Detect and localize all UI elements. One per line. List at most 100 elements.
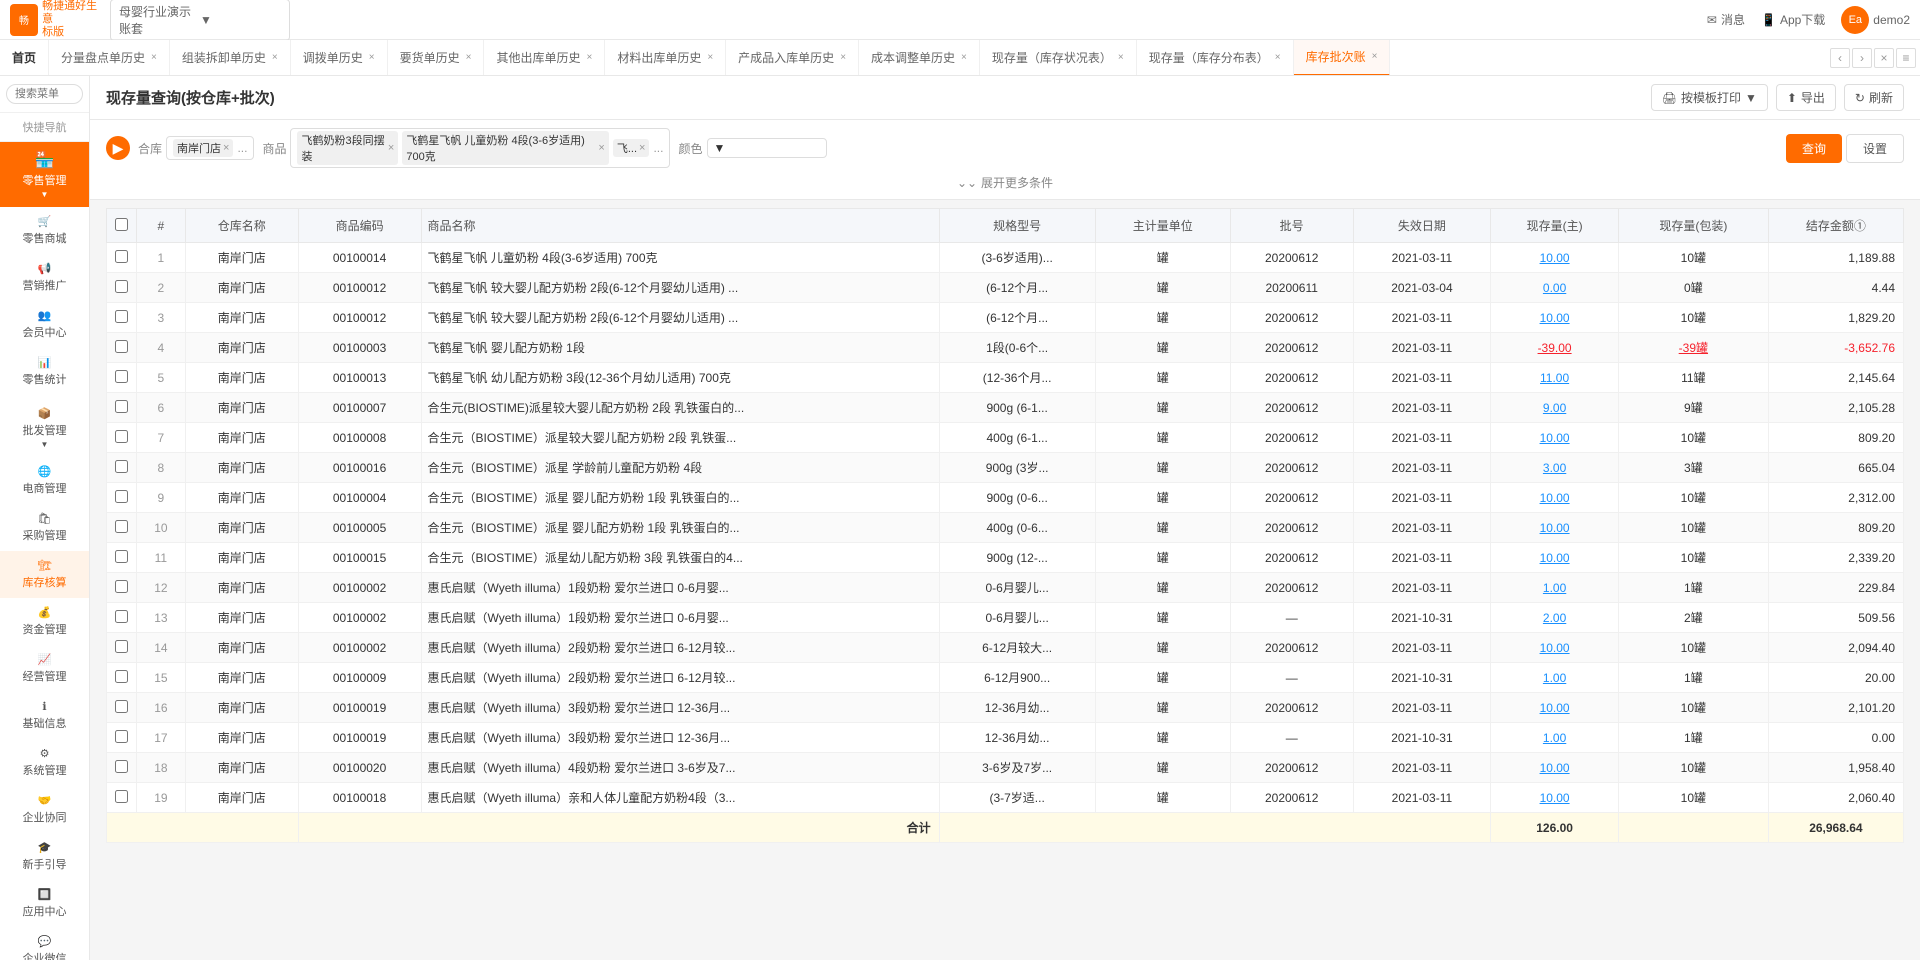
- industry-select[interactable]: 母婴行业演示账套 ▼: [110, 0, 290, 41]
- tab-close-icon[interactable]: ×: [466, 52, 472, 63]
- product-more-dots[interactable]: ...: [653, 141, 663, 155]
- expand-more-row[interactable]: ⌄⌄ 展开更多条件: [106, 174, 1904, 191]
- tab-disassemble[interactable]: 组装拆卸单历史 ×: [170, 40, 291, 76]
- tab-prev-button[interactable]: ‹: [1830, 48, 1850, 68]
- sidebar-item-wecom[interactable]: 💬 企业微信: [0, 927, 89, 960]
- sidebar-item-purchase[interactable]: 🛍 采购管理: [0, 504, 89, 551]
- row-checkbox[interactable]: [107, 453, 137, 483]
- sidebar-item-system[interactable]: ⚙ 系统管理: [0, 739, 89, 786]
- row-qty1[interactable]: 10.00: [1491, 243, 1619, 273]
- refresh-button[interactable]: ↻ 刷新: [1844, 84, 1904, 111]
- message-button[interactable]: ✉ 消息: [1707, 11, 1745, 28]
- row-checkbox[interactable]: [107, 723, 137, 753]
- row-qty1[interactable]: -39.00: [1491, 333, 1619, 363]
- tab-batch-verify[interactable]: 库存批次账 ×: [1294, 40, 1391, 76]
- row-qty1[interactable]: 10.00: [1491, 753, 1619, 783]
- tab-close-icon[interactable]: ×: [840, 52, 846, 63]
- sidebar-item-basic[interactable]: ℹ 基础信息: [0, 692, 89, 739]
- tab-inventory-status[interactable]: 现存量（库存状况表） ×: [980, 40, 1137, 76]
- tab-product-in[interactable]: 产成品入库单历史 ×: [726, 40, 859, 76]
- row-checkbox[interactable]: [107, 573, 137, 603]
- row-qty1[interactable]: 10.00: [1491, 513, 1619, 543]
- tab-inventory-dist[interactable]: 现存量（库存分布表） ×: [1137, 40, 1294, 76]
- sidebar-item-operations[interactable]: 📈 经营管理: [0, 645, 89, 692]
- tab-transfer[interactable]: 调拨单历史 ×: [291, 40, 388, 76]
- tab-split-inventory[interactable]: 分量盘点单历史 ×: [49, 40, 170, 76]
- product-tag-3-close[interactable]: ×: [639, 142, 645, 154]
- sidebar-item-retail-store[interactable]: 🛒 零售商城: [0, 207, 89, 254]
- color-filter-box[interactable]: ▼: [707, 138, 827, 158]
- row-checkbox[interactable]: [107, 423, 137, 453]
- tab-close-icon[interactable]: ×: [369, 52, 375, 63]
- filter-more-dots[interactable]: ...: [237, 141, 247, 155]
- sidebar-item-wholesale[interactable]: 📦 批发管理 ▼: [0, 399, 89, 457]
- sidebar-item-ecommerce[interactable]: 🌐 电商管理: [0, 457, 89, 504]
- sidebar-item-marketing[interactable]: 📢 营销推广: [0, 254, 89, 301]
- template-print-button[interactable]: 🖨 按模板打印 ▼: [1651, 84, 1768, 111]
- user-area[interactable]: Ea demo2: [1841, 6, 1910, 34]
- row-qty1[interactable]: 11.00: [1491, 363, 1619, 393]
- row-checkbox[interactable]: [107, 753, 137, 783]
- row-checkbox[interactable]: [107, 393, 137, 423]
- filter-expand-button[interactable]: ▶: [106, 136, 130, 160]
- tab-requisition[interactable]: 要货单历史 ×: [388, 40, 485, 76]
- sidebar-item-member[interactable]: 👥 会员中心: [0, 301, 89, 348]
- tab-close-icon[interactable]: ×: [1118, 52, 1124, 63]
- tab-close-icon[interactable]: ×: [272, 52, 278, 63]
- tab-close-icon[interactable]: ×: [1275, 52, 1281, 63]
- product-tag-1-close[interactable]: ×: [388, 142, 394, 154]
- sidebar-item-inventory[interactable]: 🏗 库存核算: [0, 551, 89, 598]
- sidebar-item-finance[interactable]: 💰 资金管理: [0, 598, 89, 645]
- tab-home[interactable]: 首页: [0, 40, 49, 76]
- row-qty1[interactable]: 2.00: [1491, 603, 1619, 633]
- row-qty1[interactable]: 1.00: [1491, 573, 1619, 603]
- row-checkbox[interactable]: [107, 273, 137, 303]
- row-checkbox[interactable]: [107, 603, 137, 633]
- tab-close-icon[interactable]: ×: [961, 52, 967, 63]
- search-input[interactable]: [6, 84, 83, 104]
- app-download-button[interactable]: 📱 App下载: [1761, 11, 1825, 28]
- row-checkbox[interactable]: [107, 513, 137, 543]
- sidebar-item-enterprise[interactable]: 🤝 企业协同: [0, 786, 89, 833]
- row-qty1[interactable]: 10.00: [1491, 543, 1619, 573]
- sidebar-item-appcenter[interactable]: 🔲 应用中心: [0, 880, 89, 927]
- tab-other-out[interactable]: 其他出库单历史 ×: [484, 40, 605, 76]
- tab-close-icon[interactable]: ×: [151, 52, 157, 63]
- row-qty1[interactable]: 3.00: [1491, 453, 1619, 483]
- row-qty1[interactable]: 10.00: [1491, 423, 1619, 453]
- tab-cost-adjust[interactable]: 成本调整单历史 ×: [859, 40, 980, 76]
- row-checkbox[interactable]: [107, 693, 137, 723]
- row-qty1[interactable]: 9.00: [1491, 393, 1619, 423]
- product-filter-box[interactable]: 飞鹤奶粉3段同摆装 × 飞鹤星飞帆 儿童奶粉 4段(3-6岁适用) 700克 ×…: [290, 128, 670, 168]
- row-qty1[interactable]: 1.00: [1491, 663, 1619, 693]
- tab-close-current-button[interactable]: ×: [1874, 48, 1894, 68]
- select-all-checkbox[interactable]: [115, 218, 128, 231]
- row-checkbox[interactable]: [107, 663, 137, 693]
- tab-material-out[interactable]: 材料出库单历史 ×: [605, 40, 726, 76]
- row-qty1[interactable]: 10.00: [1491, 483, 1619, 513]
- row-checkbox[interactable]: [107, 243, 137, 273]
- row-checkbox[interactable]: [107, 783, 137, 813]
- export-button[interactable]: ⬆ 导出: [1776, 84, 1836, 111]
- row-qty1[interactable]: 10.00: [1491, 693, 1619, 723]
- sidebar-item-retail[interactable]: 🏪 零售管理 ▼: [0, 142, 89, 207]
- tab-close-icon[interactable]: ×: [707, 52, 713, 63]
- tab-close-icon[interactable]: ×: [586, 52, 592, 63]
- sidebar-item-newguide[interactable]: 🎓 新手引导: [0, 833, 89, 880]
- row-checkbox[interactable]: [107, 633, 137, 663]
- row-checkbox[interactable]: [107, 303, 137, 333]
- row-qty1[interactable]: 0.00: [1491, 273, 1619, 303]
- sidebar-item-retail-stats[interactable]: 📊 零售统计: [0, 348, 89, 395]
- tab-menu-button[interactable]: ≡: [1896, 48, 1916, 68]
- search-button[interactable]: 查询: [1786, 134, 1842, 163]
- warehouse-tag-close[interactable]: ×: [223, 142, 229, 154]
- warehouse-filter-box[interactable]: 南岸门店 × ...: [166, 136, 254, 160]
- row-qty1[interactable]: 1.00: [1491, 723, 1619, 753]
- row-qty1[interactable]: 10.00: [1491, 783, 1619, 813]
- row-checkbox[interactable]: [107, 483, 137, 513]
- tab-next-button[interactable]: ›: [1852, 48, 1872, 68]
- tab-close-icon[interactable]: ×: [1372, 51, 1378, 62]
- row-checkbox[interactable]: [107, 543, 137, 573]
- row-qty1[interactable]: 10.00: [1491, 633, 1619, 663]
- row-checkbox[interactable]: [107, 333, 137, 363]
